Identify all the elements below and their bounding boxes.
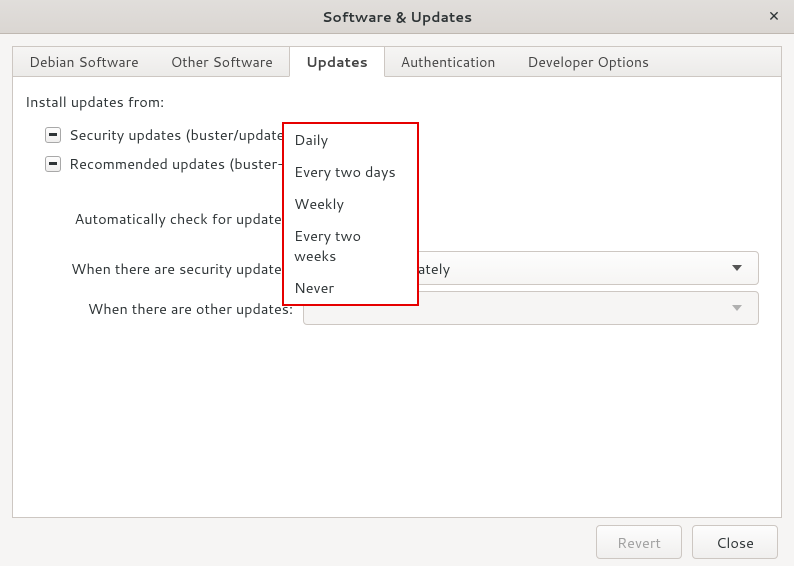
security-updates-label: Security updates (buster/update [69, 124, 284, 145]
dropdown-auto-check: Daily Every two days Weekly Every two we… [282, 122, 419, 306]
dash-icon [49, 133, 57, 136]
other-action-label: When there are other updates: [25, 298, 303, 319]
security-action-label: When there are security updates: [25, 258, 303, 279]
tab-frame: Debian Software Other Software Updates A… [12, 46, 782, 518]
recommended-updates-label: Recommended updates (buster- [69, 153, 286, 174]
tab-updates[interactable]: Updates [289, 47, 385, 77]
tab-bar: Debian Software Other Software Updates A… [13, 47, 781, 77]
dropdown-item-daily[interactable]: Daily [284, 124, 417, 156]
window-title: Software & Updates [322, 7, 472, 27]
revert-button: Revert [596, 525, 682, 559]
auto-check-label: Automatically check for updates: [25, 208, 303, 229]
chevron-down-icon [732, 305, 742, 311]
close-icon[interactable]: ✕ [764, 6, 784, 26]
dropdown-item-every-two-weeks[interactable]: Every two weeks [284, 220, 417, 272]
install-from-label: Install updates from: [25, 91, 769, 112]
dash-icon [49, 162, 57, 165]
dropdown-item-every-two-days[interactable]: Every two days [284, 156, 417, 188]
chevron-down-icon [732, 265, 742, 271]
close-button[interactable]: Close [692, 525, 778, 559]
tab-other-software[interactable]: Other Software [155, 47, 289, 76]
titlebar: Software & Updates ✕ [0, 0, 794, 34]
outer-container: Debian Software Other Software Updates A… [0, 34, 794, 530]
checkbox-recommended-updates[interactable] [45, 156, 61, 172]
tab-authentication[interactable]: Authentication [385, 47, 512, 76]
dialog-footer: Revert Close [12, 518, 782, 566]
tab-debian-software[interactable]: Debian Software [13, 47, 155, 76]
dropdown-item-weekly[interactable]: Weekly [284, 188, 417, 220]
dropdown-item-never[interactable]: Never [284, 272, 417, 304]
tab-developer-options[interactable]: Developer Options [511, 47, 665, 76]
checkbox-security-updates[interactable] [45, 127, 61, 143]
